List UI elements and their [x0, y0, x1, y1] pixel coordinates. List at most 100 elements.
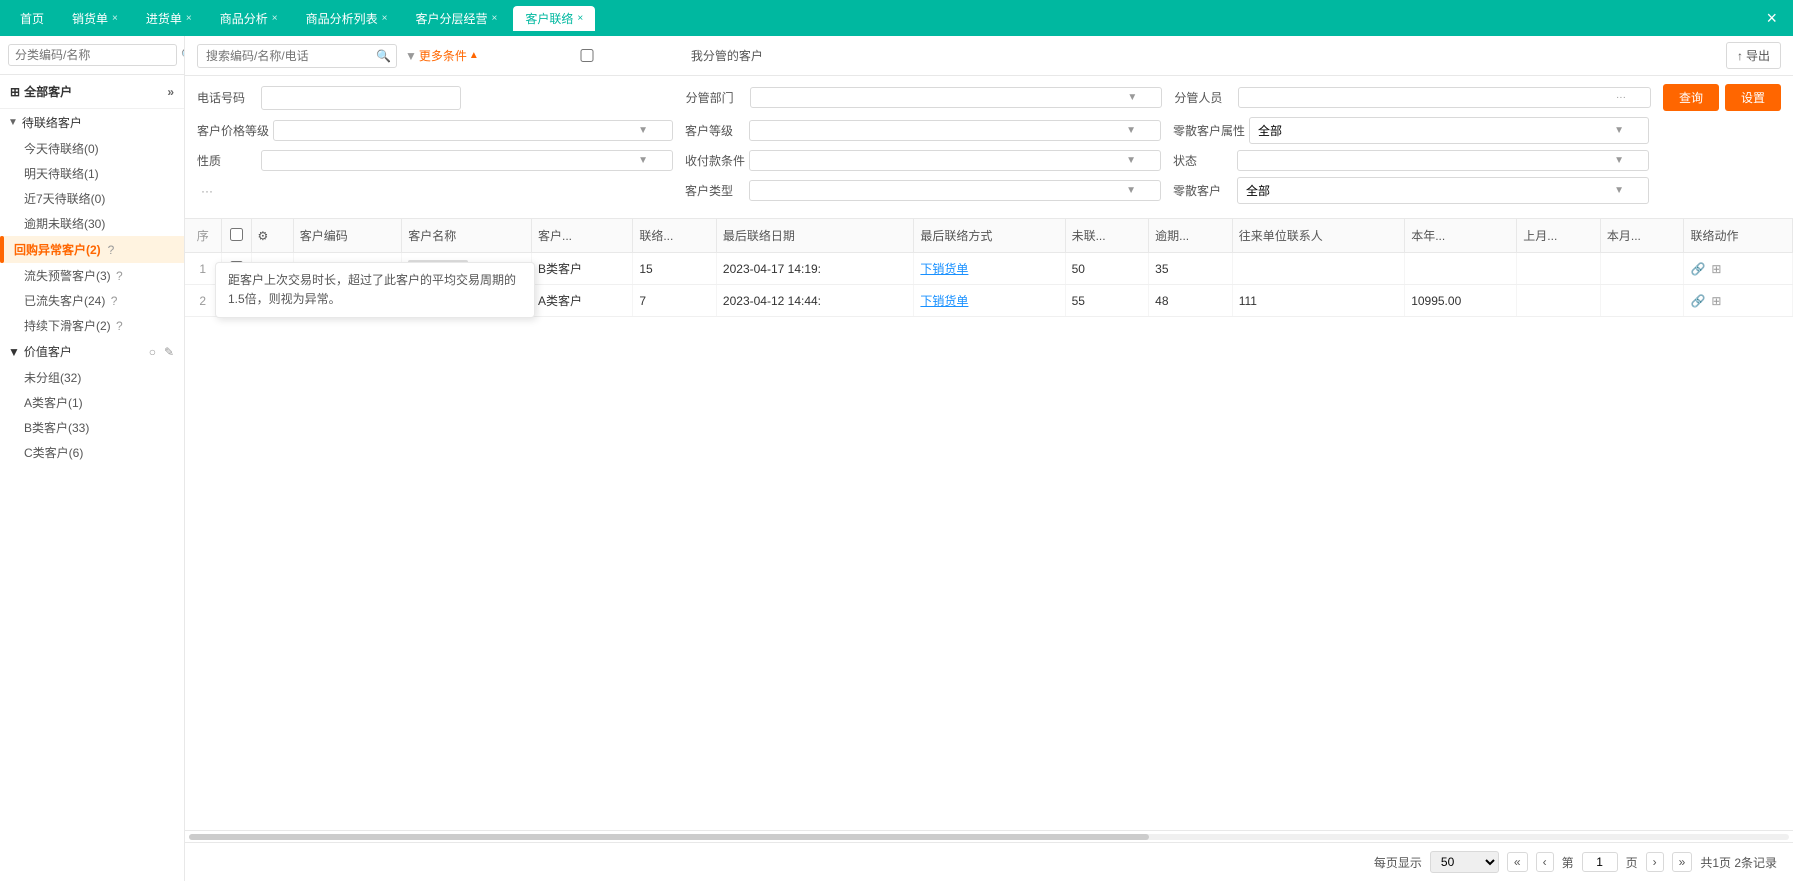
- payment-select[interactable]: ▼: [749, 150, 1161, 171]
- close-customer-contact-icon[interactable]: ×: [577, 13, 583, 24]
- cell-last-method-1: 下销货单: [914, 253, 1065, 285]
- cell-this-year-2: 10995.00: [1405, 285, 1517, 317]
- customer-type-select[interactable]: ▼: [749, 180, 1161, 201]
- close-purchase-order-icon[interactable]: ×: [186, 13, 192, 24]
- sales-order-link-1[interactable]: 下销货单: [920, 262, 968, 276]
- nav-product-analysis-list[interactable]: 商品分析列表 ×: [294, 6, 400, 31]
- nav-product-analysis[interactable]: 商品分析 ×: [208, 6, 290, 31]
- filter-customer-grade: 客户等级 ▼: [685, 120, 1161, 141]
- payment-label: 收付款条件: [685, 152, 745, 169]
- sidebar-overdue-contact[interactable]: 逾期未联络(30): [0, 211, 184, 236]
- nav-sales-order[interactable]: 销货单 ×: [60, 6, 130, 31]
- grid-action-icon-1[interactable]: ⊞: [1711, 262, 1721, 276]
- sidebar-today-contact[interactable]: 今天待联络(0): [0, 136, 184, 161]
- value-group-edit-icon[interactable]: ○: [149, 345, 156, 359]
- sales-order-link-2[interactable]: 下销货单: [920, 294, 968, 308]
- filter-phone: 电话号码: [197, 86, 674, 110]
- horizontal-scrollbar[interactable]: [185, 830, 1793, 842]
- sidebar-class-c[interactable]: C类客户(6): [0, 440, 184, 465]
- sidebar-tomorrow-contact[interactable]: 明天待联络(1): [0, 161, 184, 186]
- my-customers-checkbox[interactable]: [487, 49, 687, 62]
- th-settings[interactable]: ⚙: [251, 219, 293, 253]
- value-customers-group[interactable]: ▼ 价值客户 ○ ✎: [0, 338, 184, 365]
- cell-contact-1: 15: [633, 253, 717, 285]
- per-page-select[interactable]: 50 20 100: [1430, 851, 1499, 873]
- my-customers-checkbox-label[interactable]: 我分管的客户: [487, 47, 763, 64]
- export-icon: ↑: [1737, 49, 1743, 63]
- churned-icon[interactable]: ?: [111, 294, 118, 308]
- triangle-down-icon: ▼: [8, 117, 18, 128]
- price-grade-select[interactable]: ▼: [273, 120, 673, 141]
- nav-customer-segmentation[interactable]: 客户分层经营 ×: [403, 6, 509, 31]
- page-end-label: 页: [1626, 854, 1638, 871]
- nav-purchase-order[interactable]: 进货单 ×: [134, 6, 204, 31]
- close-customer-segmentation-icon[interactable]: ×: [491, 13, 497, 24]
- pending-contact-group[interactable]: ▼ 待联络客户: [0, 109, 184, 136]
- cell-uncontacted-1: 50: [1065, 253, 1149, 285]
- prev-page-button[interactable]: ‹: [1536, 852, 1554, 872]
- export-button[interactable]: ↑ 导出: [1726, 42, 1781, 69]
- retail-attr-select[interactable]: 全部 ▼: [1249, 117, 1649, 144]
- retail-customer-select[interactable]: 全部 ▼: [1237, 177, 1649, 204]
- more-filters-dots[interactable]: ···: [197, 184, 217, 198]
- sidebar-class-b[interactable]: B类客户(33): [0, 415, 184, 440]
- sidebar-declining[interactable]: 持续下滑客户(2) ?: [0, 313, 184, 338]
- close-sales-order-icon[interactable]: ×: [112, 13, 118, 24]
- cell-last-month-2: [1517, 285, 1601, 317]
- collapse-sidebar-icon[interactable]: »: [167, 85, 174, 99]
- more-conditions-btn[interactable]: ▼ 更多条件 ▲: [405, 47, 479, 64]
- next-page-button[interactable]: ›: [1646, 852, 1664, 872]
- query-button[interactable]: 查询: [1663, 84, 1719, 111]
- nature-select[interactable]: ▼: [261, 150, 673, 171]
- churn-warning-icon[interactable]: ?: [116, 269, 123, 283]
- status-select[interactable]: ▼: [1237, 150, 1649, 171]
- top-nav: 首页 销货单 × 进货单 × 商品分析 × 商品分析列表 × 客户分层经营 × …: [0, 0, 1793, 36]
- sidebar-search-input[interactable]: [8, 44, 177, 66]
- price-grade-label: 客户价格等级: [197, 122, 269, 139]
- declining-icon[interactable]: ?: [116, 319, 123, 333]
- nav-customer-contact[interactable]: 客户联络 ×: [513, 6, 595, 31]
- link-icon-1[interactable]: 🔗: [1690, 262, 1705, 276]
- current-page-input[interactable]: [1582, 852, 1618, 872]
- triangle-right-icon: ▼: [8, 345, 20, 359]
- cell-unit-contacts-2: 111: [1232, 285, 1404, 317]
- manager-select[interactable]: ···: [1238, 87, 1651, 108]
- first-page-button[interactable]: «: [1507, 852, 1528, 872]
- sidebar-churn-warning[interactable]: 流失预警客户(3) ?: [0, 263, 184, 288]
- sidebar-7days-contact[interactable]: 近7天待联络(0): [0, 186, 184, 211]
- sidebar: 🔍 ⊞ 全部客户 » ▼ 待联络客户 今天待联络(0) 明天待联络(1): [0, 36, 185, 881]
- abnormal-help-icon[interactable]: ?: [108, 243, 115, 257]
- scrollbar-thumb[interactable]: [189, 834, 1149, 840]
- grid-icon: ⊞: [10, 85, 20, 99]
- phone-input[interactable]: [261, 86, 461, 110]
- sidebar-ungrouped[interactable]: 未分组(32): [0, 365, 184, 390]
- abnormal-repurchase-group[interactable]: 回购异常客户(2) ?: [0, 236, 184, 263]
- filter-row-4: ··· 客户类型 ▼ 零散客户 全部 ▼: [197, 177, 1781, 204]
- filter-bar: 🔍 ▼ 更多条件 ▲ 我分管的客户 ↑ 导出: [185, 36, 1793, 76]
- close-product-analysis-icon[interactable]: ×: [272, 13, 278, 24]
- value-group-settings-icon[interactable]: ✎: [164, 345, 174, 359]
- link-icon-2[interactable]: 🔗: [1690, 294, 1705, 308]
- filter-manager: 分管人员 ···: [1174, 87, 1651, 108]
- main-search-icon[interactable]: 🔍: [376, 49, 391, 63]
- grid-action-icon-2[interactable]: ⊞: [1711, 294, 1721, 308]
- customer-grade-select[interactable]: ▼: [749, 120, 1161, 141]
- cell-actions-2: 🔗 ⊞: [1684, 285, 1793, 317]
- department-select[interactable]: ▼: [750, 87, 1163, 108]
- filter-price-grade: 客户价格等级 ▼: [197, 120, 673, 141]
- status-label: 状态: [1173, 152, 1233, 169]
- settings-button[interactable]: 设置: [1725, 84, 1781, 111]
- select-all-checkbox[interactable]: [230, 228, 243, 241]
- close-product-analysis-list-icon[interactable]: ×: [382, 13, 388, 24]
- last-page-button[interactable]: »: [1672, 852, 1693, 872]
- th-overdue: 逾期...: [1149, 219, 1233, 253]
- customer-grade-label: 客户等级: [685, 122, 745, 139]
- nav-home[interactable]: 首页: [8, 6, 56, 31]
- sidebar-churned[interactable]: 已流失客户(24) ?: [0, 288, 184, 313]
- main-search-input[interactable]: [197, 44, 397, 68]
- nature-label: 性质: [197, 152, 257, 169]
- app-close-button[interactable]: ×: [1758, 8, 1785, 29]
- sidebar-class-a[interactable]: A类客户(1): [0, 390, 184, 415]
- cell-this-month-2: [1600, 285, 1684, 317]
- filter-department: 分管部门 ▼: [686, 87, 1163, 108]
